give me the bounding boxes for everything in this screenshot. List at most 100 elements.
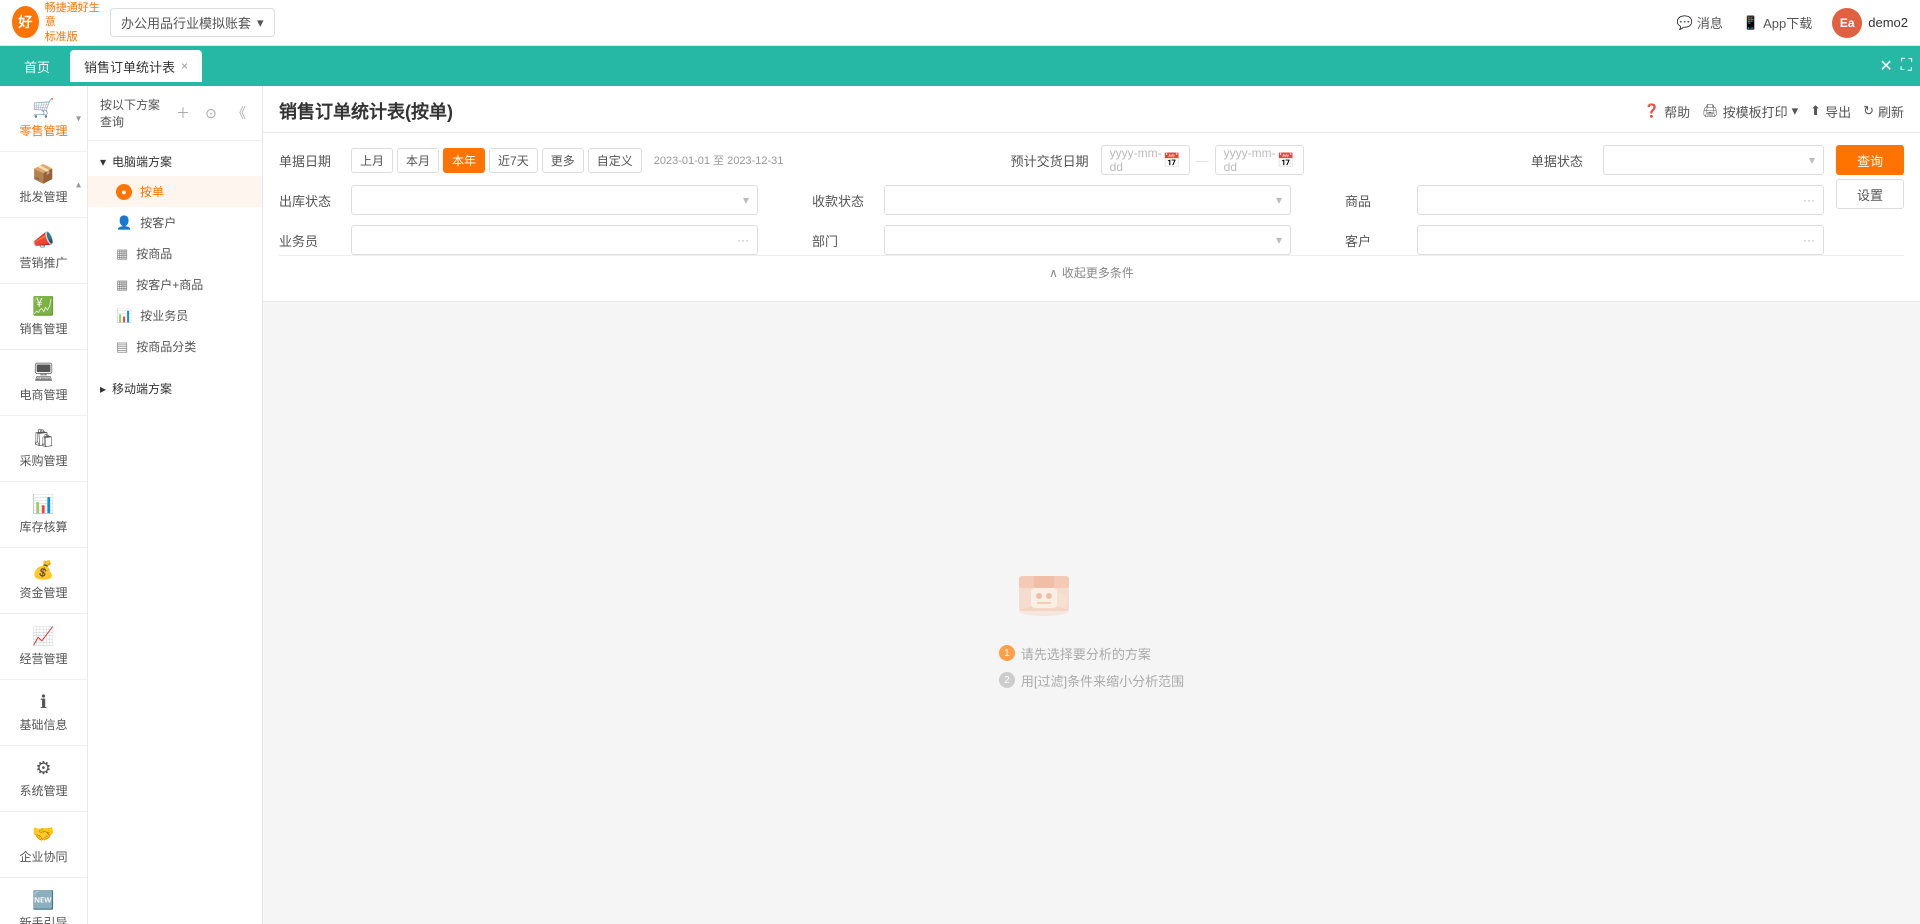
salesperson-input[interactable]: ··· — [351, 225, 758, 255]
print-btn[interactable]: 🖨 按模板打印 ▾ — [1702, 102, 1798, 121]
ship-status-label: 出库状态 — [279, 191, 339, 210]
empty-hint-2: 2 用[过滤]条件来缩小分析范围 — [999, 671, 1184, 690]
sidebar-item-basic[interactable]: ℹ 基础信息 — [0, 680, 87, 746]
left-panel: 按以下方案查询 ＋ ⊙ 《 ▾ 电脑端方案 ● 按单 👤 按客户 — [88, 86, 263, 924]
date-btn-7days[interactable]: 近7天 — [489, 148, 538, 173]
top-bar-right: 💬 消息 📱 App下载 Ea demo2 — [1677, 8, 1908, 38]
filter-row-3: 业务员 ··· 部门 ▾ — [279, 225, 1824, 255]
sidebar-item-enterprise[interactable]: 🤝 企业协同 — [0, 812, 87, 878]
chevron-down-icon: ▾ — [1276, 233, 1282, 247]
date-btn-more[interactable]: 更多 — [542, 148, 584, 173]
help-btn[interactable]: ❓ 帮助 — [1644, 102, 1690, 121]
export-icon: ⬆ — [1810, 103, 1821, 119]
scheme-item-by-goods[interactable]: ▦ 按商品 — [88, 238, 262, 269]
scheme-item-by-customer[interactable]: 👤 按客户 — [88, 207, 262, 238]
sidebar-item-system[interactable]: ⚙ 系统管理 — [0, 746, 87, 812]
date-btn-this-year[interactable]: 本年 — [443, 148, 485, 173]
collapse-bar[interactable]: ∧ 收起更多条件 — [279, 255, 1904, 289]
sidebar: 🛒 零售管理 ▾ 📦 批发管理 ▴ 📣 营销推广 💹 销售管理 🖥 电商管理 🛍… — [0, 86, 88, 924]
tab-active[interactable]: 销售订单统计表 × — [70, 50, 202, 82]
filter-area: 单据日期 上月 本月 本年 近7天 更多 自定义 2023-01-01 至 20… — [263, 133, 1920, 302]
customer-input[interactable]: ··· — [1417, 225, 1824, 255]
chevron-down-icon: ▾ — [100, 155, 106, 169]
date-btn-this-month[interactable]: 本月 — [397, 148, 439, 173]
add-scheme-btn[interactable]: ＋ — [172, 102, 194, 124]
avatar: Ea — [1832, 8, 1862, 38]
user-area[interactable]: Ea demo2 — [1832, 8, 1908, 38]
scheme-group-desktop-header[interactable]: ▾ 电脑端方案 — [88, 147, 262, 176]
app-selector[interactable]: 办公用品行业模拟账套 ▾ — [110, 8, 275, 37]
status-select[interactable]: ▾ — [1603, 145, 1824, 175]
date-btn-custom[interactable]: 自定义 — [588, 148, 642, 173]
close-icon[interactable]: × — [181, 59, 188, 73]
date-label: 单据日期 — [279, 151, 339, 170]
pay-status-select[interactable]: ▾ — [884, 185, 1291, 215]
scheme-group-mobile-header[interactable]: ▸ 移动端方案 — [88, 374, 262, 403]
sidebar-item-marketing[interactable]: 📣 营销推广 — [0, 218, 87, 284]
filter-actions: 查询 设置 — [1836, 145, 1904, 209]
dept-label: 部门 — [812, 231, 872, 250]
scheme-item-by-category[interactable]: ▤ 按商品分类 — [88, 331, 262, 362]
settings-button[interactable]: 设置 — [1836, 179, 1904, 209]
sidebar-item-finance[interactable]: 💰 资金管理 — [0, 548, 87, 614]
calendar-icon: 📅 — [1163, 152, 1180, 169]
sidebar-item-newguide[interactable]: 🆕 新手引导 — [0, 878, 87, 924]
scheme-item-by-order[interactable]: ● 按单 — [88, 176, 262, 207]
scheme-item-by-customer-goods[interactable]: ▦ 按客户+商品 — [88, 269, 262, 300]
hint-num-2: 2 — [999, 672, 1015, 688]
maximize-icon[interactable]: ⛶ — [1901, 57, 1912, 75]
sidebar-item-purchase[interactable]: 🛍 采购管理 — [0, 416, 87, 482]
sidebar-item-inventory[interactable]: 📊 库存核算 — [0, 482, 87, 548]
more-icon: ··· — [1803, 233, 1815, 247]
filter-row-2: 出库状态 ▾ 收款状态 ▾ — [279, 185, 1824, 215]
chevron-down-icon: ▾ — [1809, 153, 1815, 167]
settings-scheme-btn[interactable]: ⊙ — [200, 102, 222, 124]
delivery-date-start[interactable]: yyyy-mm-dd 📅 — [1101, 145, 1190, 175]
sales-icon: 💹 — [32, 296, 54, 317]
finance-icon: 💰 — [32, 560, 54, 581]
help-icon: ❓ — [1644, 103, 1660, 119]
main-layout: 🛒 零售管理 ▾ 📦 批发管理 ▴ 📣 营销推广 💹 销售管理 🖥 电商管理 🛍… — [0, 86, 1920, 924]
download-btn[interactable]: 📱 App下载 — [1743, 13, 1812, 32]
collapse-panel-btn[interactable]: 《 — [228, 102, 250, 124]
tab-home[interactable]: 首页 — [8, 46, 66, 86]
circle-icon: ● — [116, 184, 132, 200]
page-title: 销售订单统计表(按单) — [279, 98, 1644, 124]
chevron-down-icon: ▾ — [1276, 193, 1282, 207]
content-area: 按以下方案查询 ＋ ⊙ 《 ▾ 电脑端方案 ● 按单 👤 按客户 — [88, 86, 1920, 924]
filter-row-wrapper: 单据日期 上月 本月 本年 近7天 更多 自定义 2023-01-01 至 20… — [279, 145, 1904, 255]
date-range-text: 2023-01-01 至 2023-12-31 — [654, 152, 784, 168]
date-btn-last-month[interactable]: 上月 — [351, 148, 393, 173]
empty-icon-wrapper — [999, 536, 1089, 626]
refresh-btn[interactable]: ↻ 刷新 — [1863, 102, 1904, 121]
page-header-actions: ❓ 帮助 🖨 按模板打印 ▾ ⬆ 导出 ↻ 刷新 — [1644, 102, 1904, 121]
sidebar-item-wholesale[interactable]: 📦 批发管理 ▴ — [0, 152, 87, 218]
sidebar-item-retail[interactable]: 🛒 零售管理 ▾ — [0, 86, 87, 152]
content-body: 1 请先选择要分析的方案 2 用[过滤]条件来缩小分析范围 — [263, 302, 1920, 924]
delivery-date-end[interactable]: yyyy-mm-dd 📅 — [1215, 145, 1304, 175]
dept-select[interactable]: ▾ — [884, 225, 1291, 255]
sidebar-item-ecom[interactable]: 🖥 电商管理 — [0, 350, 87, 416]
sidebar-item-operations[interactable]: 📈 经营管理 — [0, 614, 87, 680]
window-close-icon[interactable]: ✕ — [1879, 56, 1892, 76]
empty-hint-1: 1 请先选择要分析的方案 — [999, 644, 1151, 663]
delivery-date-group: yyyy-mm-dd 📅 — yyyy-mm-dd 📅 — [1101, 145, 1304, 175]
empty-illustration: 1 请先选择要分析的方案 2 用[过滤]条件来缩小分析范围 — [999, 536, 1184, 690]
ship-status-select[interactable]: ▾ — [351, 185, 758, 215]
scheme-group-desktop: ▾ 电脑端方案 ● 按单 👤 按客户 ▦ 按商品 ▦ 按客户+商品 — [88, 141, 262, 368]
export-btn[interactable]: ⬆ 导出 — [1810, 102, 1851, 121]
goods-input[interactable]: ··· — [1417, 185, 1824, 215]
filter-row-1: 单据日期 上月 本月 本年 近7天 更多 自定义 2023-01-01 至 20… — [279, 145, 1824, 175]
logo-icon: 好 — [12, 6, 39, 38]
logo-text: 畅捷通好生意 标准版 — [45, 1, 100, 44]
sidebar-item-sales[interactable]: 💹 销售管理 — [0, 284, 87, 350]
chevron-up-icon: ∧ — [1049, 266, 1058, 280]
person-icon: 👤 — [116, 215, 132, 231]
messages-btn[interactable]: 💬 消息 — [1677, 13, 1723, 32]
table-icon: ▤ — [116, 339, 128, 355]
scheme-item-by-salesperson[interactable]: 📊 按业务员 — [88, 300, 262, 331]
query-button[interactable]: 查询 — [1836, 145, 1904, 175]
empty-image — [999, 536, 1089, 626]
hint-num-1: 1 — [999, 645, 1015, 661]
purchase-icon: 🛍 — [32, 428, 55, 449]
